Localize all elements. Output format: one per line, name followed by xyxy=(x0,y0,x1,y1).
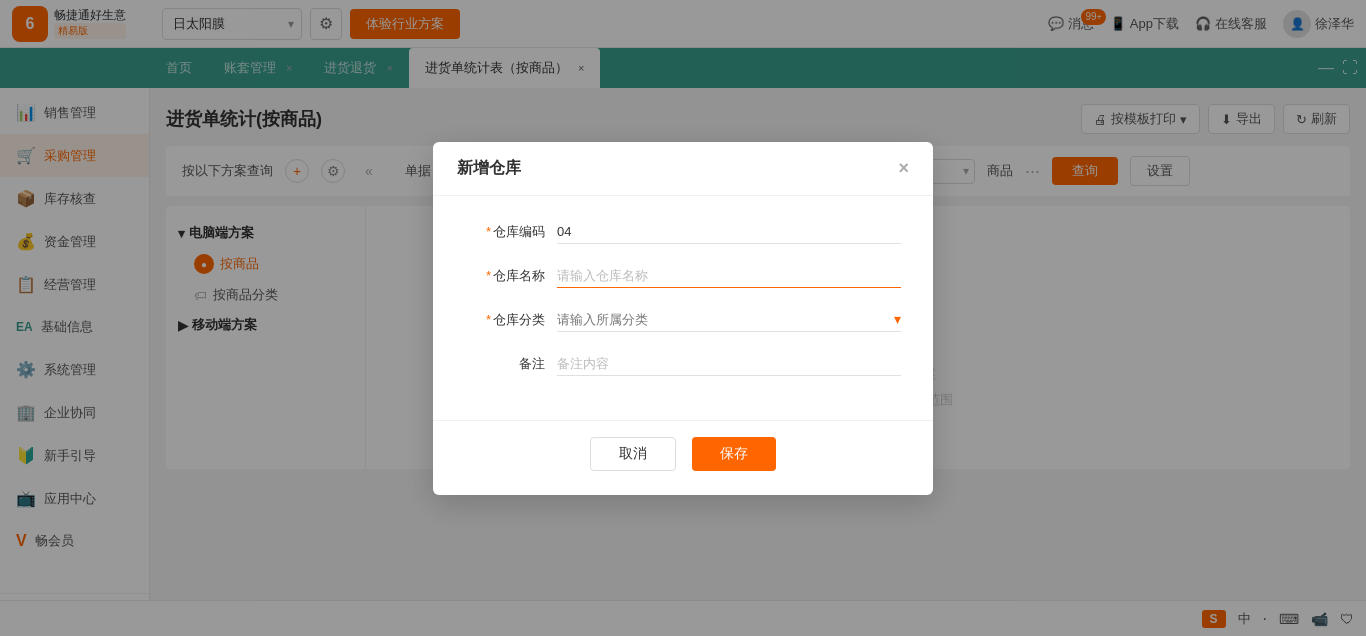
type-chevron-icon: ▾ xyxy=(894,311,901,327)
remark-label: 备注 xyxy=(465,355,545,373)
form-row-remark: 备注 xyxy=(465,352,901,376)
warehouse-type-select-wrap: ▾ xyxy=(557,308,901,332)
warehouse-modal: 新增仓库 × *仓库编码 *仓库名称 *仓库分类 xyxy=(433,142,933,495)
warehouse-type-input[interactable] xyxy=(557,308,901,331)
save-button[interactable]: 保存 xyxy=(692,437,776,471)
modal-overlay: 新增仓库 × *仓库编码 *仓库名称 *仓库分类 xyxy=(0,0,1366,636)
form-row-code: *仓库编码 xyxy=(465,220,901,244)
form-row-name: *仓库名称 xyxy=(465,264,901,288)
warehouse-name-label: *仓库名称 xyxy=(465,267,545,285)
modal-footer: 取消 保存 xyxy=(433,420,933,495)
warehouse-name-input[interactable] xyxy=(557,264,901,288)
cancel-button[interactable]: 取消 xyxy=(590,437,676,471)
modal-title: 新增仓库 xyxy=(457,158,521,179)
warehouse-type-label: *仓库分类 xyxy=(465,311,545,329)
modal-header: 新增仓库 × xyxy=(433,142,933,196)
remark-input[interactable] xyxy=(557,352,901,376)
modal-close-button[interactable]: × xyxy=(898,158,909,179)
warehouse-code-input[interactable] xyxy=(557,220,901,244)
warehouse-code-label: *仓库编码 xyxy=(465,223,545,241)
form-row-type: *仓库分类 ▾ xyxy=(465,308,901,332)
modal-body: *仓库编码 *仓库名称 *仓库分类 ▾ xyxy=(433,196,933,412)
